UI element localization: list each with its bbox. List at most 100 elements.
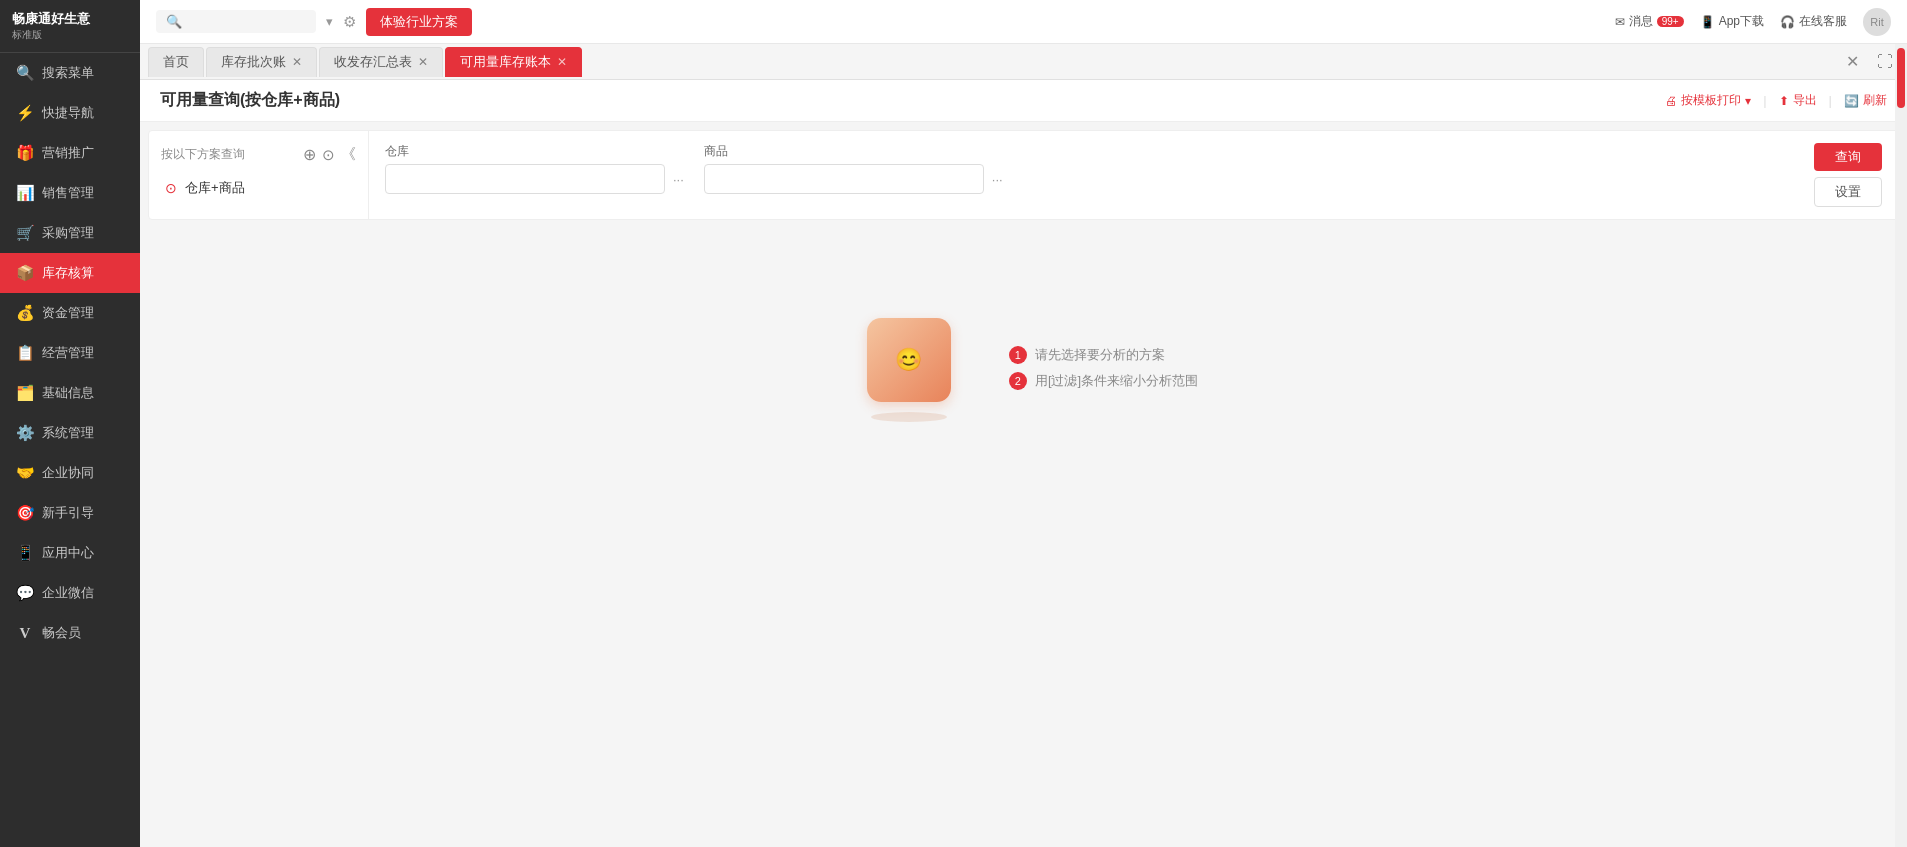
settings-scheme-button[interactable]: ⊙ xyxy=(322,146,335,164)
sidebar-item-system[interactable]: ⚙️ 系统管理 xyxy=(0,413,140,453)
chat-icon: 💬 xyxy=(16,584,34,602)
warehouse-input[interactable] xyxy=(385,164,665,194)
sidebar-item-search[interactable]: 🔍 搜索菜单 xyxy=(0,53,140,93)
online-service-action[interactable]: 🎧 在线客服 xyxy=(1780,13,1847,30)
goods-more-button[interactable]: ··· xyxy=(988,172,1007,187)
gear-icon[interactable]: ⚙ xyxy=(343,13,356,31)
sidebar-item-finance[interactable]: 💰 资金管理 xyxy=(0,293,140,333)
sidebar-item-label: 经营管理 xyxy=(42,344,94,362)
tab-available-ledger[interactable]: 可用量库存账本 ✕ xyxy=(445,47,582,77)
lightning-icon: ⚡ xyxy=(16,104,34,122)
empty-tip-2: 2 用[过滤]条件来缩小分析范围 xyxy=(1009,372,1198,390)
message-label: 消息 xyxy=(1629,13,1653,30)
refresh-button[interactable]: 🔄 刷新 xyxy=(1844,92,1887,109)
sidebar-item-member[interactable]: V 畅会员 xyxy=(0,613,140,653)
chevron-down-icon[interactable]: ▾ xyxy=(326,14,333,29)
empty-state: 😊 1 请先选择要分析的方案 2 用[过滤]条件来缩小分析范围 xyxy=(140,228,1907,508)
sidebar-item-label: 新手引导 xyxy=(42,504,94,522)
export-label: 导出 xyxy=(1793,92,1817,109)
empty-tip-1: 1 请先选择要分析的方案 xyxy=(1009,346,1198,364)
sidebar-item-sales[interactable]: 📊 销售管理 xyxy=(0,173,140,213)
sidebar-item-marketing[interactable]: 🎁 营销推广 xyxy=(0,133,140,173)
export-button[interactable]: ⬆ 导出 xyxy=(1779,92,1817,109)
scrollbar-thumb[interactable] xyxy=(1897,48,1905,108)
empty-tips: 1 请先选择要分析的方案 2 用[过滤]条件来缩小分析范围 xyxy=(1009,346,1198,390)
query-sidebar-header-actions: ⊕ ⊙ 《 xyxy=(303,145,356,164)
trial-button[interactable]: 体验行业方案 xyxy=(366,8,472,36)
print-label: 按模板打印 xyxy=(1681,92,1741,109)
query-actions: 查询 设置 xyxy=(1814,143,1882,207)
target-icon: 🎯 xyxy=(16,504,34,522)
folder-icon: 🗂️ xyxy=(16,384,34,402)
close-tab-button[interactable]: ✕ xyxy=(1840,50,1865,73)
sidebar-item-basic-info[interactable]: 🗂️ 基础信息 xyxy=(0,373,140,413)
cart-icon: 🛒 xyxy=(16,224,34,242)
app-logo: 畅康通好生意 标准版 xyxy=(0,0,140,53)
handshake-icon: 🤝 xyxy=(16,464,34,482)
sidebar-item-label: 销售管理 xyxy=(42,184,94,202)
query-sidebar-header: 按以下方案查询 ⊕ ⊙ 《 xyxy=(149,141,368,172)
refresh-icon: 🔄 xyxy=(1844,94,1859,108)
sidebar-item-label: 基础信息 xyxy=(42,384,94,402)
user-avatar[interactable]: Rit xyxy=(1863,8,1891,36)
print-button[interactable]: 🖨 按模板打印 ▾ xyxy=(1665,92,1751,109)
collapse-button[interactable]: 《 xyxy=(341,145,356,164)
divider: | xyxy=(1763,93,1766,108)
search-box[interactable]: 🔍 xyxy=(156,10,316,33)
gear-icon: ⚙️ xyxy=(16,424,34,442)
app-name: 畅康通好生意 xyxy=(12,10,128,28)
tabbar-actions: ✕ ⛶ xyxy=(1840,50,1899,73)
box-icon: 📦 xyxy=(16,264,34,282)
page-header: 可用量查询(按仓库+商品) 🖨 按模板打印 ▾ | ⬆ 导出 | 🔄 刷新 xyxy=(140,80,1907,122)
tip-text-1: 请先选择要分析的方案 xyxy=(1035,346,1165,364)
tip-text-2: 用[过滤]条件来缩小分析范围 xyxy=(1035,372,1198,390)
tab-collect-summary[interactable]: 收发存汇总表 ✕ xyxy=(319,47,443,77)
close-icon[interactable]: ✕ xyxy=(418,55,428,69)
scheme-icon: ⊙ xyxy=(165,180,177,196)
vip-icon: V xyxy=(16,625,34,642)
clipboard-icon: 📋 xyxy=(16,344,34,362)
sidebar-item-app-center[interactable]: 📱 应用中心 xyxy=(0,533,140,573)
sidebar-item-label: 企业微信 xyxy=(42,584,94,602)
right-scrollbar xyxy=(1895,44,1907,847)
message-icon: ✉ xyxy=(1615,15,1625,29)
tab-batch-account[interactable]: 库存批次账 ✕ xyxy=(206,47,317,77)
sidebar-item-label: 应用中心 xyxy=(42,544,94,562)
sidebar-item-beginner[interactable]: 🎯 新手引导 xyxy=(0,493,140,533)
headset-icon: 🎧 xyxy=(1780,15,1795,29)
app-version: 标准版 xyxy=(12,28,128,42)
scheme-label: 仓库+商品 xyxy=(185,179,245,197)
close-icon[interactable]: ✕ xyxy=(292,55,302,69)
gift-icon: 🎁 xyxy=(16,144,34,162)
warehouse-more-button[interactable]: ··· xyxy=(669,172,688,187)
settings-button[interactable]: 设置 xyxy=(1814,177,1882,207)
tab-home-label: 首页 xyxy=(163,53,189,71)
scheme-warehouse-goods[interactable]: ⊙ 仓库+商品 xyxy=(149,172,368,204)
sidebar-item-label: 搜索菜单 xyxy=(42,64,94,82)
topbar-actions: ✉ 消息 99+ 📱 App下载 🎧 在线客服 Rit xyxy=(1615,8,1891,36)
sidebar-item-wechat[interactable]: 💬 企业微信 xyxy=(0,573,140,613)
add-scheme-button[interactable]: ⊕ xyxy=(303,145,316,164)
online-service-label: 在线客服 xyxy=(1799,13,1847,30)
sidebar-item-purchase[interactable]: 🛒 采购管理 xyxy=(0,213,140,253)
sidebar-item-inventory[interactable]: 📦 库存核算 xyxy=(0,253,140,293)
divider: | xyxy=(1829,93,1832,108)
warehouse-label: 仓库 xyxy=(385,143,688,160)
search-input[interactable] xyxy=(188,15,268,29)
sidebar: 畅康通好生意 标准版 🔍 搜索菜单 ⚡ 快捷导航 🎁 营销推广 📊 销售管理 🛒… xyxy=(0,0,140,847)
search-icon: 🔍 xyxy=(166,14,182,29)
content-area: 可用量查询(按仓库+商品) 🖨 按模板打印 ▾ | ⬆ 导出 | 🔄 刷新 xyxy=(140,80,1907,847)
tab-home[interactable]: 首页 xyxy=(148,47,204,77)
tip-num-1: 1 xyxy=(1009,346,1027,364)
goods-input[interactable] xyxy=(704,164,984,194)
main-area: 🔍 ▾ ⚙ 体验行业方案 ✉ 消息 99+ 📱 App下载 🎧 在线客服 Rit xyxy=(140,0,1907,847)
sidebar-item-quick-nav[interactable]: ⚡ 快捷导航 xyxy=(0,93,140,133)
chevron-down-icon: ▾ xyxy=(1745,94,1751,108)
query-section: 按以下方案查询 ⊕ ⊙ 《 ⊙ 仓库+商品 仓库 xyxy=(148,130,1899,220)
sidebar-item-operations[interactable]: 📋 经营管理 xyxy=(0,333,140,373)
query-button[interactable]: 查询 xyxy=(1814,143,1882,171)
sidebar-item-enterprise[interactable]: 🤝 企业协同 xyxy=(0,453,140,493)
message-action[interactable]: ✉ 消息 99+ xyxy=(1615,13,1684,30)
close-icon[interactable]: ✕ xyxy=(557,55,567,69)
app-download-action[interactable]: 📱 App下载 xyxy=(1700,13,1764,30)
